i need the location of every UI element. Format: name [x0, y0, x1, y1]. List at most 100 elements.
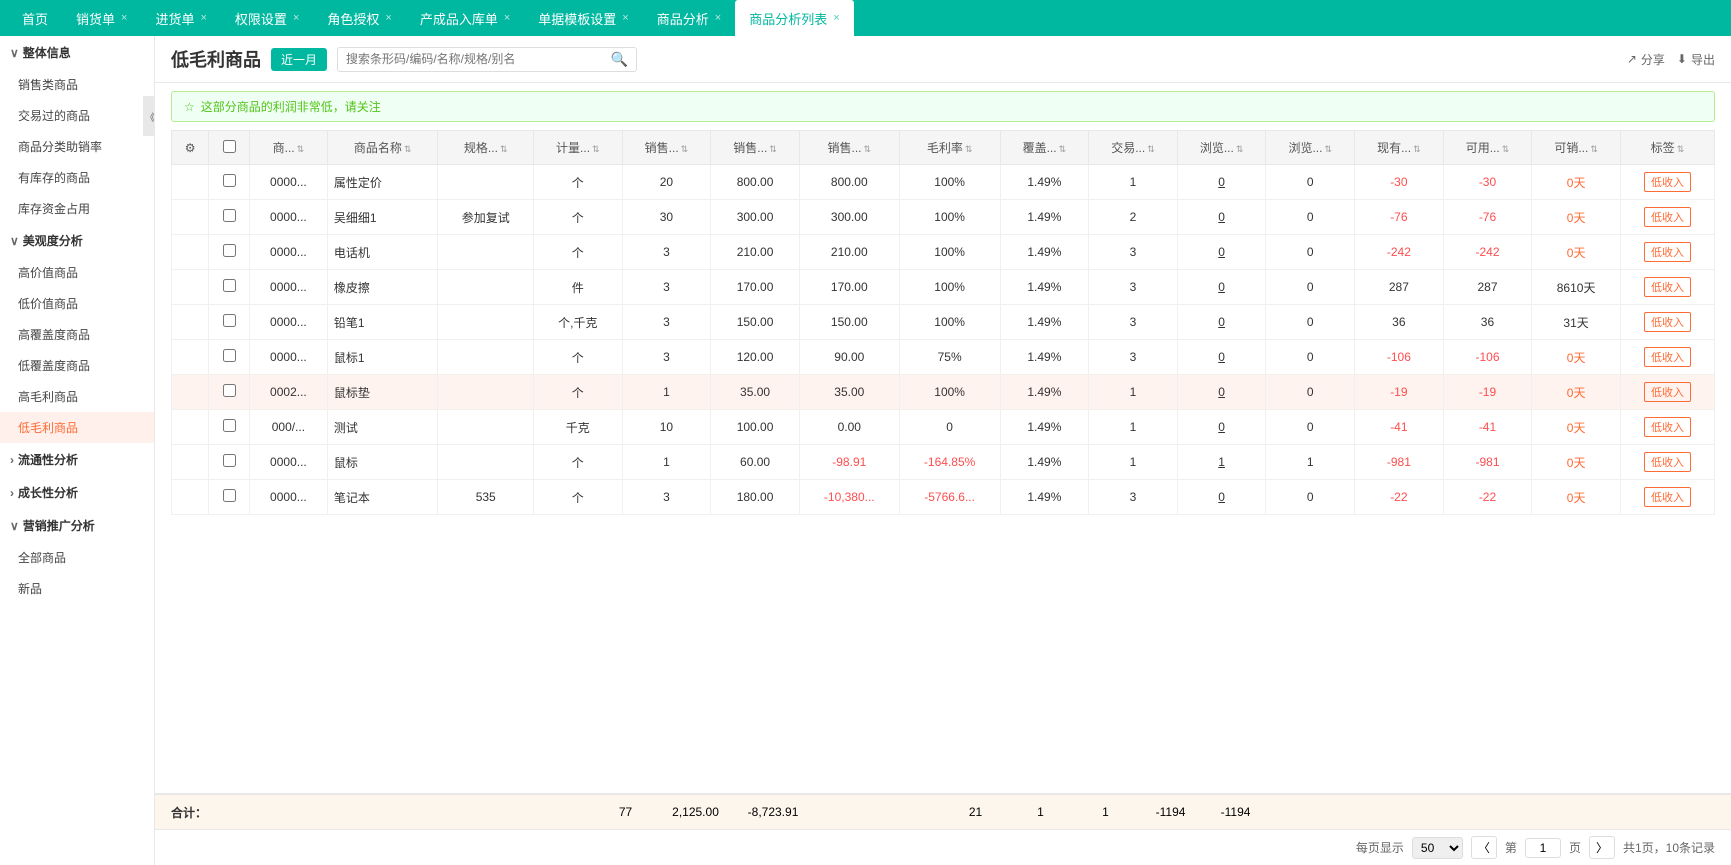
nav-product-entry[interactable]: 产成品入库单 ×: [406, 0, 524, 36]
row-checkbox[interactable]: [223, 209, 236, 222]
table-row: 0000... 橡皮擦 件 3 170.00 170.00 100% 1.49%…: [172, 270, 1715, 305]
sidebar-item-inventory-capital[interactable]: 库存资金占用: [0, 193, 154, 224]
available-column-header[interactable]: 可用...⇅: [1443, 131, 1532, 165]
sidebar-item-category-sales-rate[interactable]: 商品分类助销率: [0, 131, 154, 162]
sidebar-item-sales-products[interactable]: 销售类商品: [0, 69, 154, 100]
tag-column-header[interactable]: 标签⇅: [1620, 131, 1714, 165]
checkbox-cell[interactable]: [209, 375, 250, 410]
table-row: 0002... 鼠标垫 个 1 35.00 35.00 100% 1.49% 1…: [172, 375, 1715, 410]
nav-permissions-close[interactable]: ×: [293, 12, 299, 24]
browse1-cell[interactable]: 0: [1177, 340, 1266, 375]
nav-product-analysis-list-close[interactable]: ×: [833, 12, 839, 24]
sidebar-item-high-margin[interactable]: 高毛利商品: [0, 381, 154, 412]
nav-product-analysis[interactable]: 商品分析 ×: [643, 0, 735, 36]
sidebar-group-beauty-analysis[interactable]: ∨ 美观度分析: [0, 224, 154, 257]
checkbox-cell[interactable]: [209, 445, 250, 480]
browse1-cell[interactable]: 0: [1177, 375, 1266, 410]
sidebar-group-liquidity[interactable]: › 流通性分析: [0, 443, 154, 476]
coverage-column-header[interactable]: 覆盖...⇅: [1000, 131, 1089, 165]
gross-margin-column-header[interactable]: 毛利率⇅: [899, 131, 1000, 165]
row-checkbox[interactable]: [223, 384, 236, 397]
browse1-cell[interactable]: 0: [1177, 200, 1266, 235]
row-checkbox[interactable]: [223, 174, 236, 187]
sales-profit-column-header[interactable]: 销售...⇅: [799, 131, 899, 165]
nav-product-entry-close[interactable]: ×: [504, 12, 510, 24]
browse1-column-header[interactable]: 浏览...⇅: [1177, 131, 1266, 165]
row-checkbox[interactable]: [223, 279, 236, 292]
settings-column-header[interactable]: ⚙: [172, 131, 209, 165]
prev-page-button[interactable]: 〈: [1471, 836, 1497, 859]
browse1-cell[interactable]: 0: [1177, 305, 1266, 340]
spec-column-header[interactable]: 规格...⇅: [438, 131, 534, 165]
browse1-cell[interactable]: 0: [1177, 270, 1266, 305]
checkbox-cell[interactable]: [209, 200, 250, 235]
sales-count-column-header[interactable]: 销售...⇅: [622, 131, 711, 165]
checkbox-cell[interactable]: [209, 270, 250, 305]
transactions-column-header[interactable]: 交易...⇅: [1089, 131, 1178, 165]
nav-role-auth[interactable]: 角色授权 ×: [313, 0, 405, 36]
saleable-days-column-header[interactable]: 可销...⇅: [1532, 131, 1621, 165]
sidebar-collapse-button[interactable]: 《: [143, 96, 155, 136]
sidebar-item-low-coverage[interactable]: 低覆盖度商品: [0, 350, 154, 381]
checkbox-cell[interactable]: [209, 340, 250, 375]
nav-product-analysis-close[interactable]: ×: [715, 12, 721, 24]
checkbox-column-header[interactable]: [209, 131, 250, 165]
checkbox-cell[interactable]: [209, 235, 250, 270]
per-page-select[interactable]: 50 100: [1412, 837, 1463, 859]
sales-price-column-header[interactable]: 销售...⇅: [711, 131, 800, 165]
notice-bar: ☆ 这部分商品的利润非常低，请关注: [171, 91, 1715, 122]
sidebar-item-high-coverage[interactable]: 高覆盖度商品: [0, 319, 154, 350]
row-checkbox[interactable]: [223, 349, 236, 362]
browse1-cell[interactable]: 0: [1177, 235, 1266, 270]
checkbox-cell[interactable]: [209, 305, 250, 340]
sidebar-item-new-products[interactable]: 新品: [0, 573, 154, 604]
time-filter-button[interactable]: 近一月: [271, 48, 327, 71]
row-checkbox[interactable]: [223, 314, 236, 327]
nav-permissions[interactable]: 权限设置 ×: [221, 0, 313, 36]
browse1-cell[interactable]: 0: [1177, 410, 1266, 445]
nav-purchase-order[interactable]: 进货单 ×: [141, 0, 220, 36]
sidebar-group-growth[interactable]: › 成长性分析: [0, 476, 154, 509]
sidebar-item-high-value[interactable]: 高价值商品: [0, 257, 154, 288]
nav-purchase-order-close[interactable]: ×: [200, 12, 206, 24]
next-page-button[interactable]: 〉: [1589, 836, 1615, 859]
share-button[interactable]: ↗ 分享: [1627, 51, 1665, 68]
checkbox-cell[interactable]: [209, 410, 250, 445]
nav-home[interactable]: 首页: [8, 0, 62, 36]
select-all-checkbox[interactable]: [223, 140, 236, 153]
browse2-column-header[interactable]: 浏览...⇅: [1266, 131, 1355, 165]
search-input[interactable]: [346, 52, 611, 66]
nav-template-settings[interactable]: 单据模板设置 ×: [524, 0, 642, 36]
unit-column-header[interactable]: 计量...⇅: [534, 131, 623, 165]
sidebar-item-all-products[interactable]: 全部商品: [0, 542, 154, 573]
sidebar-group-marketing[interactable]: ∨ 营销推广分析: [0, 509, 154, 542]
sidebar-item-low-margin[interactable]: 低毛利商品: [0, 412, 154, 443]
total-pages-label: 页: [1569, 839, 1581, 856]
nav-sales-order[interactable]: 销货单 ×: [62, 0, 141, 36]
row-checkbox[interactable]: [223, 489, 236, 502]
table-container[interactable]: ⚙ 商...⇅ 商品名称⇅ 规格...⇅ 计量...⇅ 销售...⇅ 销售...…: [155, 130, 1731, 793]
search-icon[interactable]: 🔍: [611, 51, 628, 68]
browse1-cell[interactable]: 0: [1177, 165, 1266, 200]
page-input[interactable]: [1525, 838, 1561, 858]
name-column-header[interactable]: 商品名称⇅: [327, 131, 438, 165]
nav-sales-order-close[interactable]: ×: [121, 12, 127, 24]
nav-product-analysis-list[interactable]: 商品分析列表 ×: [735, 0, 853, 36]
checkbox-cell[interactable]: [209, 480, 250, 515]
nav-template-settings-close[interactable]: ×: [622, 12, 628, 24]
sidebar-item-traded-products[interactable]: 交易过的商品: [0, 100, 154, 131]
export-button[interactable]: ⬇ 导出: [1677, 51, 1715, 68]
sidebar-group-overall[interactable]: ∨ 整体信息: [0, 36, 154, 69]
browse1-cell[interactable]: 0: [1177, 480, 1266, 515]
current-stock-column-header[interactable]: 现有...⇅: [1355, 131, 1444, 165]
sidebar-item-stocked-products[interactable]: 有库存的商品: [0, 162, 154, 193]
nav-role-auth-close[interactable]: ×: [385, 12, 391, 24]
unit-cell: 个: [534, 445, 623, 480]
checkbox-cell[interactable]: [209, 165, 250, 200]
row-checkbox[interactable]: [223, 419, 236, 432]
sidebar-item-low-value[interactable]: 低价值商品: [0, 288, 154, 319]
browse1-cell[interactable]: 1: [1177, 445, 1266, 480]
code-column-header[interactable]: 商...⇅: [249, 131, 327, 165]
row-checkbox[interactable]: [223, 454, 236, 467]
row-checkbox[interactable]: [223, 244, 236, 257]
